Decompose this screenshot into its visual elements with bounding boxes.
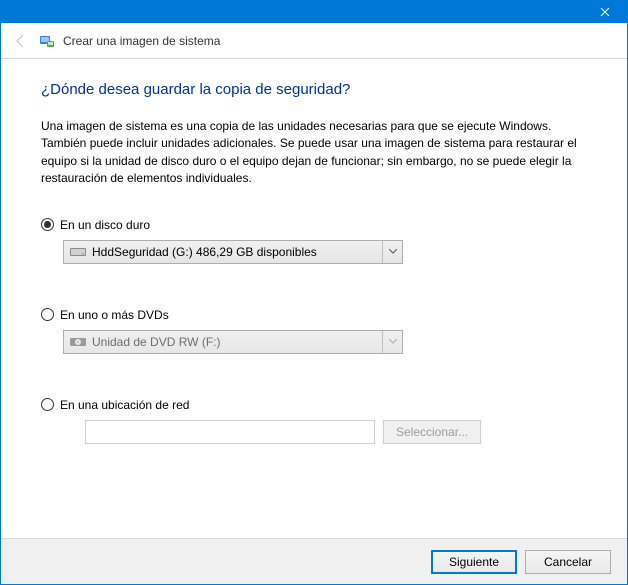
page-question: ¿Dónde desea guardar la copia de segurid…	[41, 81, 587, 98]
combo-hdd-value: HddSeguridad (G:) 486,29 GB disponibles	[92, 245, 317, 259]
dialog-window: Crear una imagen de sistema ¿Dónde desea…	[0, 0, 628, 585]
next-button[interactable]: Siguiente	[431, 550, 517, 574]
content-area: ¿Dónde desea guardar la copia de segurid…	[1, 59, 627, 538]
combo-dvd: Unidad de DVD RW (F:)	[63, 330, 403, 354]
next-button-label: Siguiente	[449, 555, 499, 569]
radio-hdd-label: En un disco duro	[60, 218, 150, 232]
dvd-drive-icon	[70, 336, 86, 348]
header-title: Crear una imagen de sistema	[63, 34, 220, 48]
header-bar: Crear una imagen de sistema	[1, 23, 627, 59]
combo-dvd-value: Unidad de DVD RW (F:)	[92, 335, 220, 349]
titlebar	[1, 1, 627, 23]
radio-network[interactable]	[41, 398, 54, 411]
radio-network-label: En una ubicación de red	[60, 398, 189, 412]
chevron-down-icon[interactable]	[382, 241, 402, 263]
page-description: Una imagen de sistema es una copia de la…	[41, 118, 587, 188]
combo-hdd[interactable]: HddSeguridad (G:) 486,29 GB disponibles	[63, 240, 403, 264]
network-path-input	[85, 420, 375, 444]
cancel-button[interactable]: Cancelar	[525, 550, 611, 574]
hard-drive-icon	[70, 246, 86, 258]
chevron-down-icon	[382, 331, 402, 353]
close-button[interactable]	[583, 1, 627, 23]
back-button	[11, 31, 31, 51]
footer-bar: Siguiente Cancelar	[1, 538, 627, 584]
radio-dvd[interactable]	[41, 308, 54, 321]
back-arrow-icon	[13, 33, 29, 49]
radio-row-network[interactable]: En una ubicación de red	[41, 398, 587, 412]
radio-dvd-label: En uno o más DVDs	[60, 308, 169, 322]
browse-button-label: Seleccionar...	[396, 425, 468, 439]
radio-row-dvd[interactable]: En uno o más DVDs	[41, 308, 587, 322]
option-dvd: En uno o más DVDs Unidad de DVD RW (F:)	[41, 308, 587, 354]
cancel-button-label: Cancelar	[544, 555, 592, 569]
radio-row-hdd[interactable]: En un disco duro	[41, 218, 587, 232]
option-network: En una ubicación de red Seleccionar...	[41, 398, 587, 444]
radio-hdd[interactable]	[41, 218, 54, 231]
browse-button: Seleccionar...	[383, 420, 481, 444]
system-image-icon	[39, 33, 55, 49]
option-hard-disk: En un disco duro HddSeguridad (G:) 486,2…	[41, 218, 587, 264]
close-icon	[600, 7, 610, 17]
